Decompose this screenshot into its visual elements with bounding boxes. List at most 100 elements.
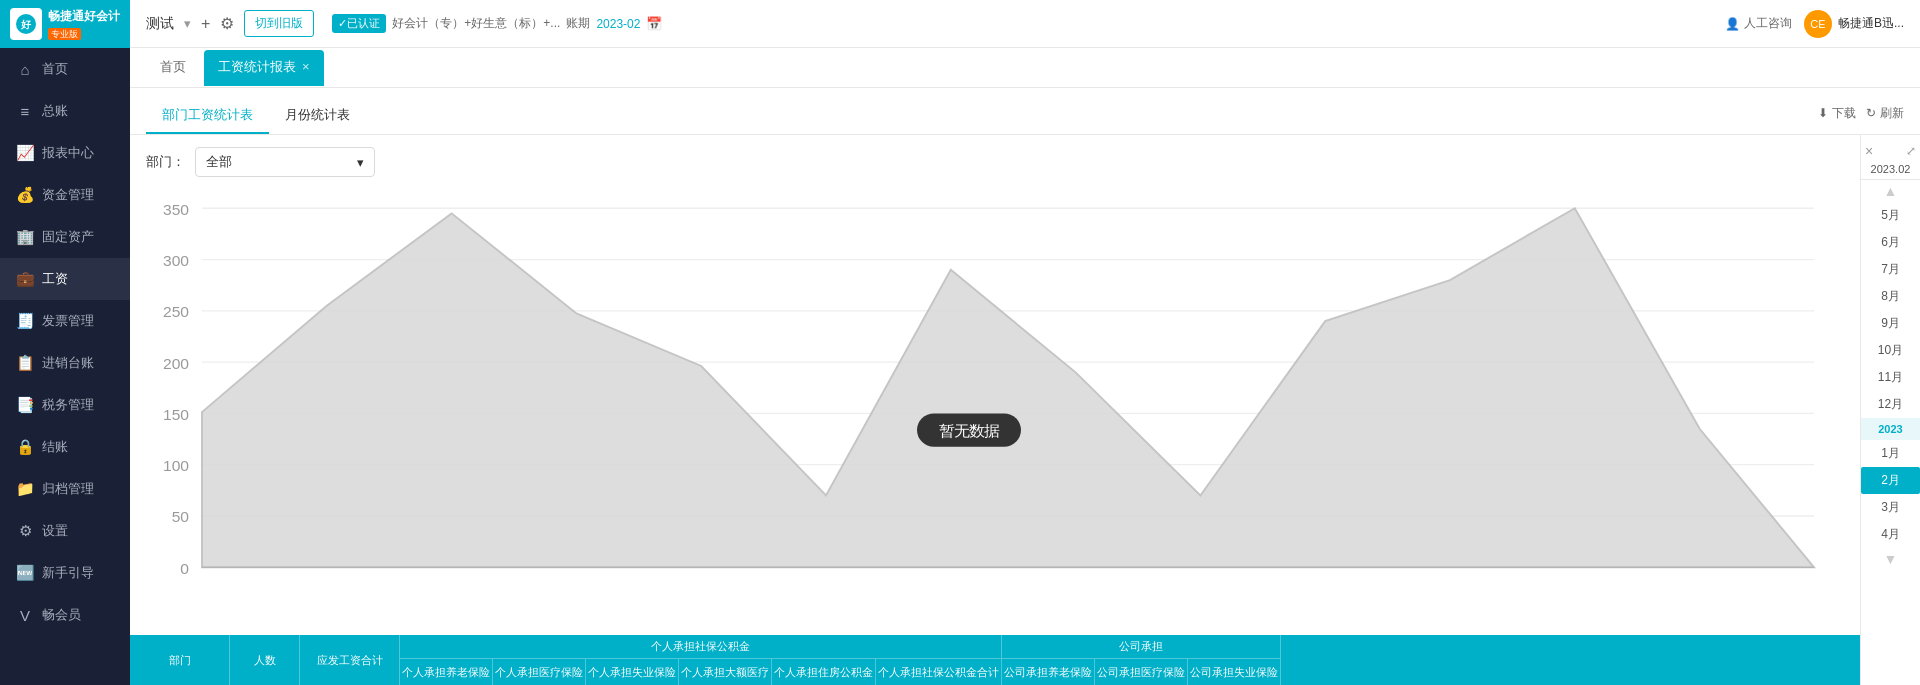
main-area: 测试 ▾ + ⚙ 切到旧版 ✓已认证 好会计（专）+好生意（标）+... 账期 … — [130, 0, 1920, 685]
sidebar-item-tax[interactable]: 📑 税务管理 — [0, 384, 130, 426]
sidebar-item-assets[interactable]: 🏢 固定资产 — [0, 216, 130, 258]
month-10[interactable]: 10月 — [1861, 337, 1920, 364]
chevron-down-icon: ▾ — [357, 155, 364, 170]
app-logo: 好 畅捷通好会计 专业版 — [0, 0, 130, 48]
sidebar-item-label: 税务管理 — [42, 396, 94, 414]
switch-version-button[interactable]: 切到旧版 — [244, 10, 314, 37]
sidebar-item-label: 报表中心 — [42, 144, 94, 162]
assets-icon: 🏢 — [16, 228, 34, 246]
sidebar-item-ledger[interactable]: ≡ 总账 — [0, 90, 130, 132]
refresh-button[interactable]: ↻ 刷新 — [1866, 105, 1904, 122]
svg-text:好: 好 — [20, 19, 32, 30]
sidebar-item-funds[interactable]: 💰 资金管理 — [0, 174, 130, 216]
certified-badge: ✓已认证 — [332, 14, 386, 33]
month-1[interactable]: 1月 — [1861, 440, 1920, 467]
tab-salary-report[interactable]: 工资统计报表 × — [204, 50, 324, 86]
month-4[interactable]: 4月 — [1861, 521, 1920, 548]
subtab-month[interactable]: 月份统计表 — [269, 98, 366, 134]
stock-icon: 📋 — [16, 354, 34, 372]
filter-row: 部门： 全部 ▾ — [130, 135, 1860, 189]
app-name: 畅捷通好会计 — [48, 8, 120, 25]
topbar-right: 👤 人工咨询 CE 畅捷通B迅... — [1725, 10, 1904, 38]
period-calendar-icon[interactable]: 📅 — [646, 16, 662, 31]
th-medical: 个人承担医疗保险 — [493, 659, 586, 685]
month-7[interactable]: 7月 — [1861, 256, 1920, 283]
ledger-icon: ≡ — [16, 103, 34, 120]
chart-container: 350 300 250 200 150 100 50 0 — [130, 189, 1860, 635]
topbar-dropdown-arrow[interactable]: ▾ — [184, 16, 191, 31]
sidebar-item-label: 畅会员 — [42, 606, 81, 624]
th-housing-fund: 个人承担住房公积金 — [772, 659, 876, 685]
sidebar-item-label: 总账 — [42, 102, 68, 120]
download-button[interactable]: ⬇ 下载 — [1818, 105, 1856, 122]
svg-marker-18 — [202, 208, 1814, 567]
th-group-personal: 个人承担社保公积金 个人承担养老保险 个人承担医疗保险 个人承担失业保险 — [400, 635, 1002, 685]
topbar-status: ✓已认证 好会计（专）+好生意（标）+... 账期 2023-02 📅 — [332, 14, 662, 33]
month-3[interactable]: 3月 — [1861, 494, 1920, 521]
month-12[interactable]: 12月 — [1861, 391, 1920, 418]
main-content: 部门： 全部 ▾ 350 300 250 200 — [130, 135, 1860, 685]
content-body: 部门： 全部 ▾ 350 300 250 200 — [130, 135, 1920, 685]
tab-close-icon[interactable]: × — [302, 59, 310, 74]
svg-text:100: 100 — [163, 457, 189, 474]
th-dept: 部门 — [130, 635, 230, 685]
sidebar-item-close[interactable]: 🔒 结账 — [0, 426, 130, 468]
period-value: 2023-02 — [596, 17, 640, 31]
svg-text:250: 250 — [163, 303, 189, 320]
svg-text:200: 200 — [163, 355, 189, 372]
svg-text:150: 150 — [163, 406, 189, 423]
sidebar-item-archive[interactable]: 📁 归档管理 — [0, 468, 130, 510]
th-group-company: 公司承担 公司承担养老保险 公司承担医疗保险 公司承担失业保险 — [1002, 635, 1281, 685]
month-8[interactable]: 8月 — [1861, 283, 1920, 310]
salary-icon: 💼 — [16, 270, 34, 288]
invoice-icon: 🧾 — [16, 312, 34, 330]
month-11[interactable]: 11月 — [1861, 364, 1920, 391]
subtab-bar: 部门工资统计表 月份统计表 ⬇ 下载 ↻ 刷新 — [130, 88, 1920, 135]
sidebar-item-vip[interactable]: V 畅会员 — [0, 594, 130, 636]
subtab-dept[interactable]: 部门工资统计表 — [146, 98, 269, 134]
sidebar-item-salary[interactable]: 💼 工资 — [0, 258, 130, 300]
logo-icon: 好 — [10, 8, 42, 40]
vip-icon: V — [16, 607, 34, 624]
panel-close-button[interactable]: × — [1865, 143, 1873, 159]
sidebar-item-home[interactable]: ⌂ 首页 — [0, 48, 130, 90]
sidebar-item-invoice[interactable]: 🧾 发票管理 — [0, 300, 130, 342]
tab-home[interactable]: 首页 — [146, 50, 200, 86]
chart-wrapper: 350 300 250 200 150 100 50 0 — [150, 189, 1840, 625]
close-icon: 🔒 — [16, 438, 34, 456]
month-2-active[interactable]: 2月 — [1861, 467, 1920, 494]
status-text: 好会计（专）+好生意（标）+... — [392, 15, 560, 32]
month-6[interactable]: 6月 — [1861, 229, 1920, 256]
settings-icon: ⚙ — [16, 522, 34, 540]
sidebar-item-guide[interactable]: 🆕 新手引导 — [0, 552, 130, 594]
help-icon: 👤 — [1725, 17, 1740, 31]
funds-icon: 💰 — [16, 186, 34, 204]
avatar: CE — [1804, 10, 1832, 38]
chart-svg: 350 300 250 200 150 100 50 0 — [150, 189, 1840, 625]
topbar-title: 测试 — [146, 15, 174, 33]
panel-expand-button[interactable]: ⤢ — [1906, 144, 1916, 158]
year-2023-header: 2023 — [1861, 418, 1920, 440]
th-pension: 个人承担养老保险 — [400, 659, 493, 685]
month-5[interactable]: 5月 — [1861, 202, 1920, 229]
sidebar-item-reports[interactable]: 📈 报表中心 — [0, 132, 130, 174]
period-label: 账期 — [566, 15, 590, 32]
month-9[interactable]: 9月 — [1861, 310, 1920, 337]
topbar-settings-btn[interactable]: ⚙ — [220, 14, 234, 33]
sidebar-item-label: 发票管理 — [42, 312, 94, 330]
panel-down-arrow[interactable]: ▼ — [1884, 548, 1898, 570]
archive-icon: 📁 — [16, 480, 34, 498]
topbar-add-btn[interactable]: + — [201, 15, 210, 33]
tax-icon: 📑 — [16, 396, 34, 414]
sidebar-item-settings[interactable]: ⚙ 设置 — [0, 510, 130, 552]
th-serious-illness: 个人承担大额医疗 — [679, 659, 772, 685]
sidebar-item-label: 归档管理 — [42, 480, 94, 498]
user-profile[interactable]: CE 畅捷通B迅... — [1804, 10, 1904, 38]
refresh-icon: ↻ — [1866, 106, 1876, 120]
help-button[interactable]: 👤 人工咨询 — [1725, 15, 1792, 32]
sidebar-item-stock[interactable]: 📋 进销台账 — [0, 342, 130, 384]
dept-select[interactable]: 全部 ▾ — [195, 147, 375, 177]
panel-up-arrow[interactable]: ▲ — [1884, 180, 1898, 202]
th-personal-total: 个人承担社保公积金合计 — [876, 659, 1001, 685]
sidebar-item-label: 新手引导 — [42, 564, 94, 582]
